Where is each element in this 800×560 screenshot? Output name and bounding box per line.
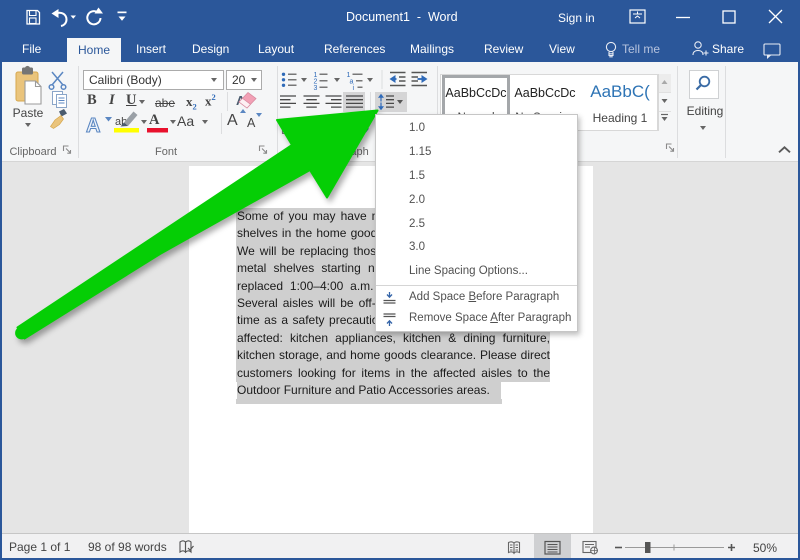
svg-text:A: A xyxy=(86,115,100,137)
svg-text:i: i xyxy=(353,85,355,92)
svg-text:3: 3 xyxy=(314,85,318,92)
svg-text:50%: 50% xyxy=(753,541,777,555)
svg-text:A: A xyxy=(354,123,360,133)
